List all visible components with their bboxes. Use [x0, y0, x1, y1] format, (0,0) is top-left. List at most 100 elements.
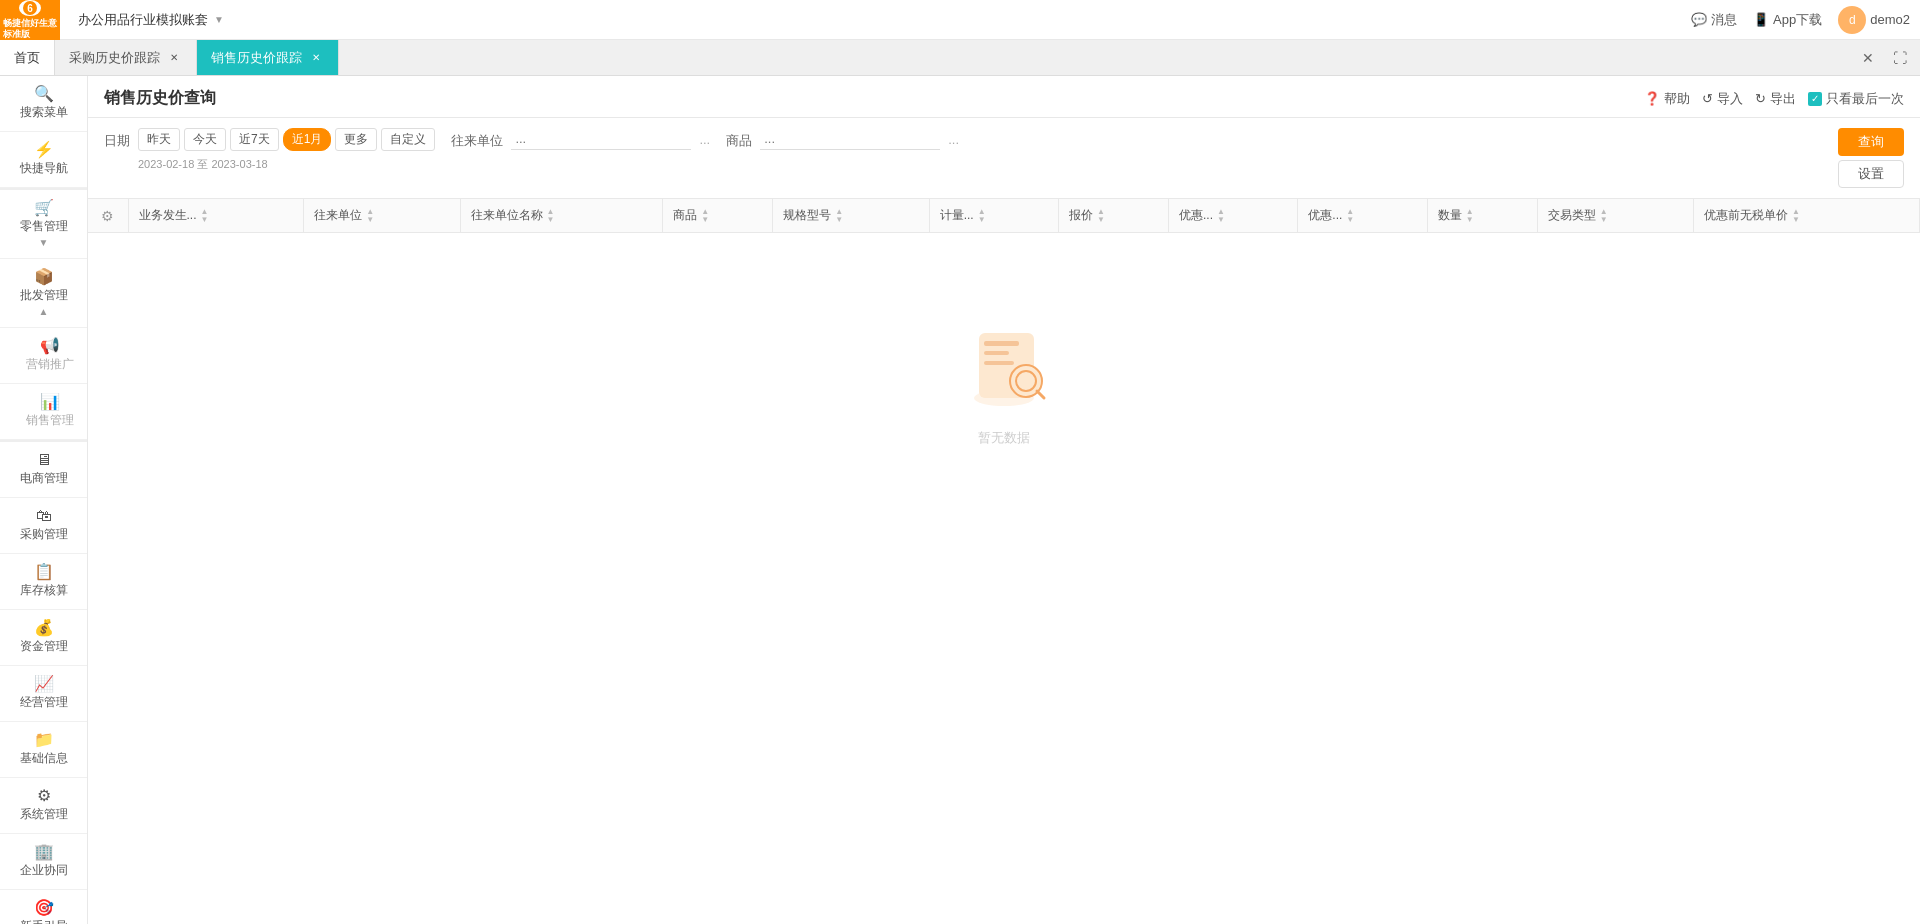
partner-dots: ...	[699, 132, 710, 147]
col-quantity-label: 数量	[1438, 207, 1462, 224]
sort-arrows-trade-type[interactable]: ▲▼	[1600, 208, 1608, 224]
wholesale-arrow-icon: ▲	[39, 306, 49, 317]
message-icon: 💬	[1691, 12, 1707, 27]
tab-home[interactable]: 首页	[0, 40, 55, 75]
only-last-label: 只看最后一次	[1826, 90, 1904, 108]
col-trade-type: 交易类型 ▲▼	[1537, 199, 1693, 233]
finance-icon: 💰	[34, 620, 54, 636]
col-unit: 计量... ▲▼	[929, 199, 1058, 233]
settings-button[interactable]: 设置	[1838, 160, 1904, 188]
sidebar-inventory-label: 库存核算	[20, 582, 68, 599]
sort-arrows-partner-name[interactable]: ▲▼	[547, 208, 555, 224]
sidebar-item-ecommerce[interactable]: 🖥 电商管理	[0, 442, 87, 498]
sort-arrows-biz-date[interactable]: ▲▼	[201, 208, 209, 224]
operation-icon: 📈	[34, 676, 54, 692]
topbar: 6 畅捷信好生意标准版 办公用品行业模拟账套 ▼ 💬 消息 📱 App下载 d …	[0, 0, 1920, 40]
sort-arrows-goods[interactable]: ▲▼	[701, 208, 709, 224]
page-header-actions: ❓ 帮助 ↺ 导入 ↻ 导出 ✓ 只看最后一次	[1644, 90, 1904, 108]
avatar: d	[1838, 6, 1866, 34]
filter-actions: 查询 设置	[1838, 128, 1904, 188]
company-dropdown[interactable]: 办公用品行业模拟账套 ▼	[70, 7, 232, 33]
logo-icon: 6	[19, 0, 41, 16]
page-title: 销售历史价查询	[104, 88, 216, 109]
sidebar-item-purchase[interactable]: 🛍 采购管理	[0, 498, 87, 554]
sidebar-guide-label: 新手引导	[20, 918, 68, 924]
app-download-btn[interactable]: 📱 App下载	[1753, 11, 1822, 29]
filter-bar: 日期 昨天 今天 近7天 近1月 更多 自定义 2023-02-18 至 202…	[88, 118, 1920, 199]
sort-arrows-pre-tax-price[interactable]: ▲▼	[1792, 208, 1800, 224]
empty-icon	[954, 313, 1054, 413]
sort-arrows-quantity[interactable]: ▲▼	[1466, 208, 1474, 224]
tab-sales-label: 销售历史价跟踪	[211, 49, 302, 67]
tab-sales-history[interactable]: 销售历史价跟踪 ✕	[197, 40, 339, 75]
col-discount1: 优惠... ▲▼	[1168, 199, 1297, 233]
close-tab-btn[interactable]: ✕	[1856, 46, 1880, 70]
date-btn-yesterday[interactable]: 昨天	[138, 128, 180, 151]
export-btn[interactable]: ↻ 导出	[1755, 90, 1796, 108]
import-btn[interactable]: ↺ 导入	[1702, 90, 1743, 108]
export-label: 导出	[1770, 90, 1796, 108]
sort-arrows-unit[interactable]: ▲▼	[978, 208, 986, 224]
empty-text: 暂无数据	[978, 429, 1030, 447]
message-btn[interactable]: 💬 消息	[1691, 11, 1737, 29]
date-btn-custom[interactable]: 自定义	[381, 128, 435, 151]
sidebar-item-guide[interactable]: 🎯 新手引导	[0, 890, 87, 924]
sidebar-item-basic[interactable]: 📁 基础信息	[0, 722, 87, 778]
import-label: 导入	[1717, 90, 1743, 108]
sidebar-item-finance[interactable]: 💰 资金管理	[0, 610, 87, 666]
only-last-checkbox[interactable]: ✓ 只看最后一次	[1808, 90, 1904, 108]
sort-arrows-discount1[interactable]: ▲▼	[1217, 208, 1225, 224]
col-spec-label: 规格型号	[783, 207, 831, 224]
col-goods: 商品 ▲▼	[663, 199, 773, 233]
sidebar-item-search[interactable]: 🔍 搜索菜单	[0, 76, 87, 132]
query-button[interactable]: 查询	[1838, 128, 1904, 156]
col-biz-date-label: 业务发生...	[139, 207, 197, 224]
table-gear-icon[interactable]: ⚙	[101, 208, 114, 224]
sort-arrows-discount2[interactable]: ▲▼	[1346, 208, 1354, 224]
sort-arrows-partner-code[interactable]: ▲▼	[366, 208, 374, 224]
date-btn-last1m[interactable]: 近1月	[283, 128, 332, 151]
data-table: ⚙ 业务发生... ▲▼ 往来单位 ▲▼	[88, 199, 1920, 233]
sidebar-ecommerce-label: 电商管理	[20, 470, 68, 487]
sidebar-item-operation[interactable]: 📈 经营管理	[0, 666, 87, 722]
sidebar-item-retail[interactable]: 🛒 零售管理 ▼	[0, 190, 87, 259]
svg-rect-5	[984, 351, 1009, 355]
goods-input[interactable]	[760, 128, 940, 150]
help-icon: ❓	[1644, 91, 1660, 106]
date-btn-last7[interactable]: 近7天	[230, 128, 279, 151]
maximize-btn[interactable]: ⛶	[1888, 46, 1912, 70]
sidebar-search-label: 搜索菜单	[20, 104, 68, 121]
date-btn-more[interactable]: 更多	[335, 128, 377, 151]
topbar-right: 💬 消息 📱 App下载 d demo2	[1691, 6, 1910, 34]
svg-rect-6	[984, 361, 1014, 365]
date-range-text: 2023-02-18 至 2023-03-18	[138, 157, 435, 172]
sidebar-item-inventory[interactable]: 📋 库存核算	[0, 554, 87, 610]
inventory-icon: 📋	[34, 564, 54, 580]
goods-dots: ...	[948, 132, 959, 147]
tab-purchase-history[interactable]: 采购历史价跟踪 ✕	[55, 40, 197, 75]
date-btn-today[interactable]: 今天	[184, 128, 226, 151]
sidebar-item-quick-nav[interactable]: ⚡ 快捷导航	[0, 132, 87, 188]
help-btn[interactable]: ❓ 帮助	[1644, 90, 1690, 108]
tab-sales-close-icon[interactable]: ✕	[308, 50, 324, 66]
col-unit-label: 计量...	[940, 207, 974, 224]
col-settings: ⚙	[88, 199, 128, 233]
sidebar-item-wholesale[interactable]: 📦 批发管理 ▲	[0, 259, 87, 328]
date-buttons: 昨天 今天 近7天 近1月 更多 自定义	[138, 128, 435, 151]
partner-input[interactable]	[511, 128, 691, 150]
user-profile[interactable]: d demo2	[1838, 6, 1910, 34]
tab-purchase-close-icon[interactable]: ✕	[166, 50, 182, 66]
goods-label: 商品	[726, 132, 752, 150]
marketing-icon: 📢	[40, 338, 60, 354]
sidebar-wholesale-label: 批发管理	[20, 287, 68, 304]
retail-icon: 🛒	[34, 200, 54, 216]
sidebar-operation-label: 经营管理	[20, 694, 68, 711]
sidebar-item-sales-mgmt[interactable]: 📊 销售管理	[0, 384, 87, 440]
col-quote: 报价 ▲▼	[1059, 199, 1169, 233]
sort-arrows-spec[interactable]: ▲▼	[835, 208, 843, 224]
sidebar-item-enterprise[interactable]: 🏢 企业协同	[0, 834, 87, 890]
sidebar-item-marketing[interactable]: 📢 营销推广	[0, 328, 87, 384]
logo[interactable]: 6 畅捷信好生意标准版	[0, 0, 60, 40]
sort-arrows-quote[interactable]: ▲▼	[1097, 208, 1105, 224]
sidebar-item-system[interactable]: ⚙ 系统管理	[0, 778, 87, 834]
